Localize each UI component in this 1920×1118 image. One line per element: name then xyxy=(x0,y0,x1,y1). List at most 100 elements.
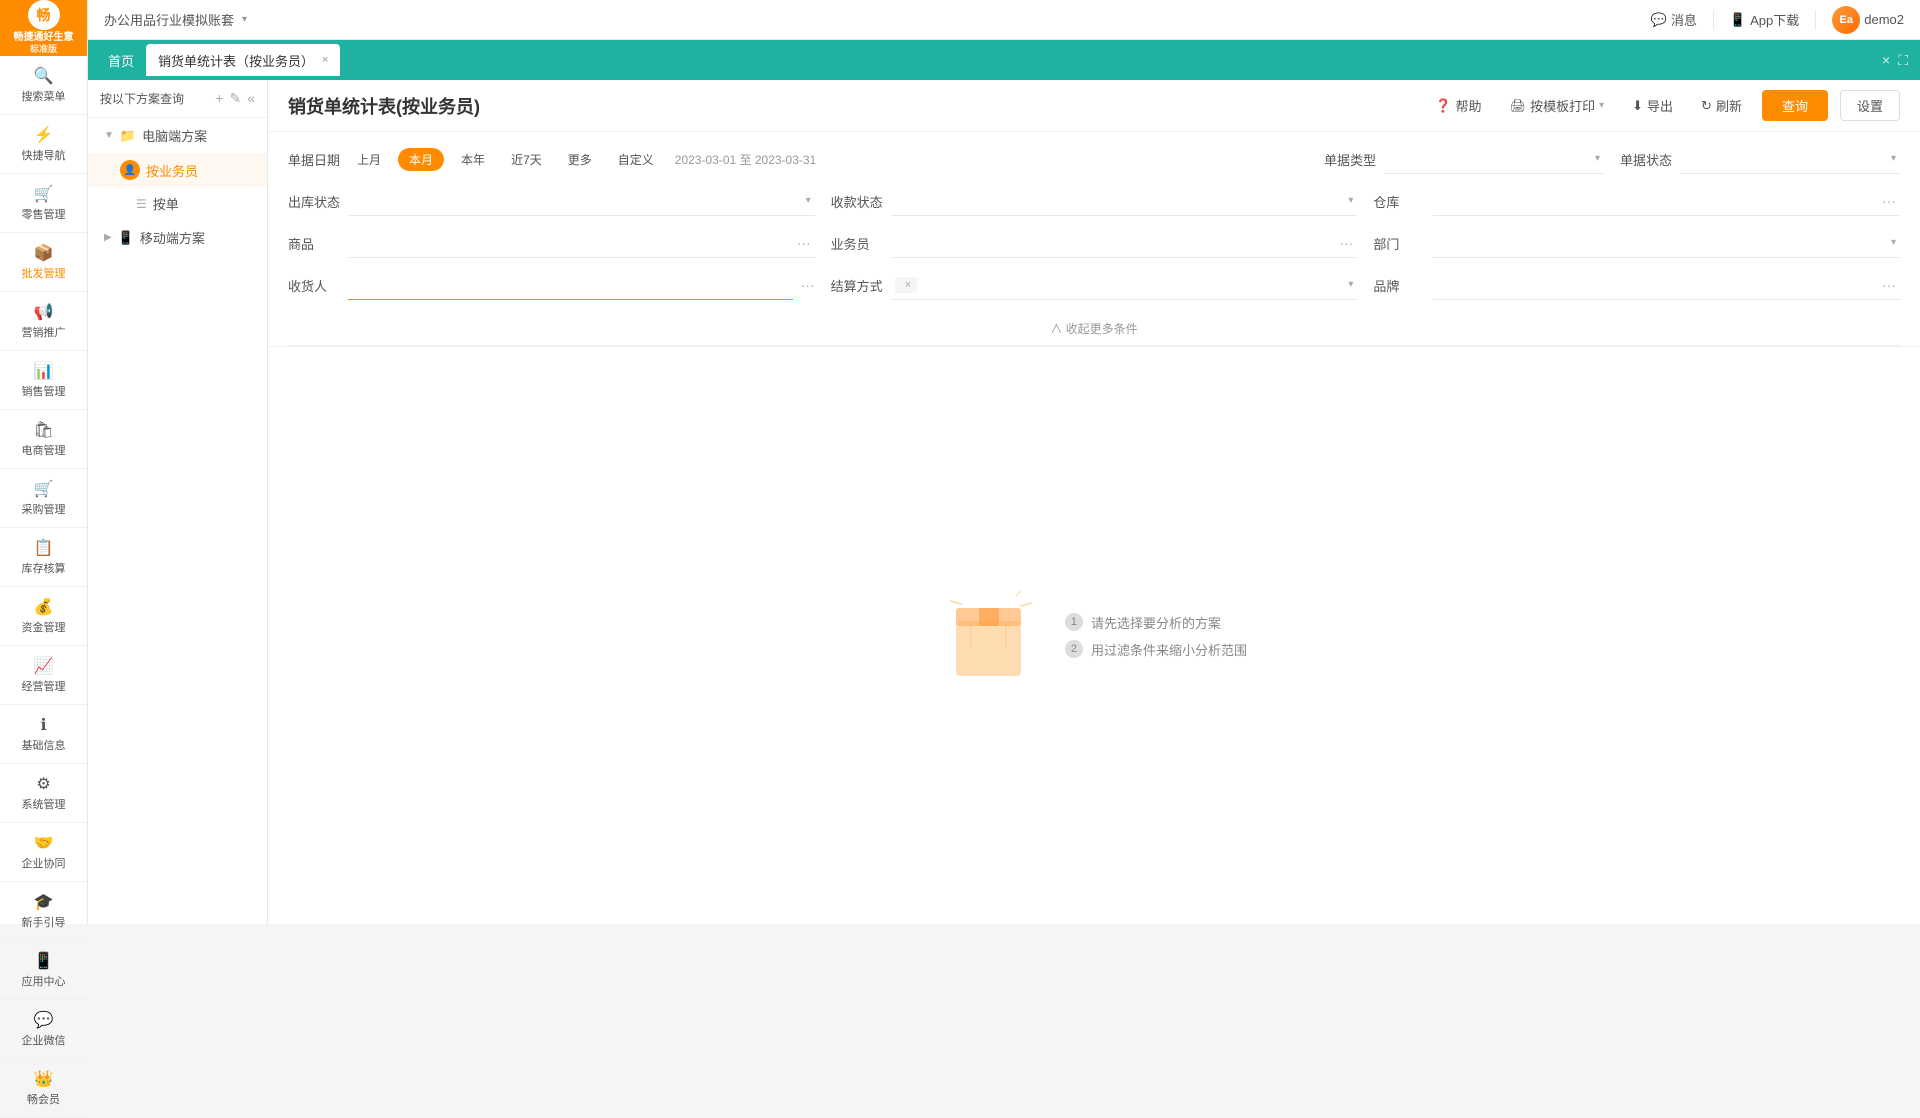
shipment-select[interactable]: ▾ xyxy=(348,186,815,216)
member-icon: 👑 xyxy=(4,1069,83,1089)
date-this-month[interactable]: 本月 xyxy=(398,148,444,171)
sidebar-item-wholesale[interactable]: 📦 批发管理 xyxy=(0,233,87,292)
tab-bar: 首页 销货单统计表（按业务员） × × ⛶ xyxy=(88,40,1920,80)
dept-arrow-icon: ▾ xyxy=(1891,237,1896,248)
logo-text: 畅捷通好生意标准版 xyxy=(14,32,74,56)
doc-type-select[interactable]: ▾ xyxy=(1384,144,1604,174)
sidebar-item-retail[interactable]: 🛒 零售管理 xyxy=(0,174,87,233)
date-more[interactable]: 更多 xyxy=(559,147,601,172)
receiver-input[interactable] xyxy=(348,270,793,300)
order-node-icon: ☰ xyxy=(136,197,147,211)
tab-active[interactable]: 销货单统计表（按业务员） × xyxy=(146,44,340,76)
empty-num-1: 1 xyxy=(1065,613,1083,631)
date-this-year[interactable]: 本年 xyxy=(452,147,494,172)
salesperson-ellipsis[interactable]: ··· xyxy=(1339,235,1353,251)
sidebar-item-member[interactable]: 👑 畅会员 xyxy=(0,1059,87,1118)
sidebar-item-system[interactable]: ⚙ 系统管理 xyxy=(0,764,87,823)
brand-ellipsis[interactable]: ··· xyxy=(1882,277,1896,293)
doc-status-arrow-icon: ▾ xyxy=(1891,153,1896,164)
help-icon: ❓ xyxy=(1435,98,1451,114)
sidebar-item-newguide[interactable]: 🎓 新手引导 xyxy=(0,882,87,941)
header-actions: 💬 消息 📱 App下载 Ea demo2 xyxy=(1651,6,1904,34)
window-close-icon[interactable]: × xyxy=(1882,52,1890,68)
goods-select[interactable]: ··· xyxy=(348,228,815,258)
add-scheme-button[interactable]: + xyxy=(215,90,223,107)
filter-dept: 部门 ▾ xyxy=(1373,228,1900,258)
tree-node-by-order[interactable]: ☰ 按单 xyxy=(88,187,267,220)
receiver-label: 收货人 xyxy=(288,276,340,295)
refresh-button[interactable]: ↻ 刷新 xyxy=(1693,92,1750,119)
warehouse-ellipsis[interactable]: ··· xyxy=(1882,193,1896,209)
settlement-select[interactable]: × ▾ xyxy=(891,270,1358,300)
sidebar-item-shortcut[interactable]: ⚡ 快捷导航 xyxy=(0,115,87,174)
warehouse-select[interactable]: ··· xyxy=(1433,186,1900,216)
doc-status-label: 单据状态 xyxy=(1620,150,1672,169)
app-download-button[interactable]: 📱 App下载 xyxy=(1730,10,1799,29)
filter-shipment: 出库状态 ▾ xyxy=(288,186,815,216)
breadcrumb-dropdown-icon[interactable]: ▾ xyxy=(242,14,247,25)
sidebar-item-finance[interactable]: 💰 资金管理 xyxy=(0,587,87,646)
filter-row-1: 单据日期 上月 本月 本年 近7天 更多 自定义 2023-03-01 至 20… xyxy=(288,144,1900,174)
sidebar-item-marketing[interactable]: 📢 营销推广 xyxy=(0,292,87,351)
brand-select[interactable]: ··· xyxy=(1433,270,1900,300)
basic-icon: ℹ xyxy=(4,715,83,735)
right-content: 销货单统计表(按业务员) ❓ 帮助 🖨 按模板打印 ▾ ⬇ 导出 xyxy=(268,80,1920,924)
sidebar-item-basic[interactable]: ℹ 基础信息 xyxy=(0,705,87,764)
sidebar-item-ecommerce[interactable]: 🛍 电商管理 xyxy=(0,410,87,469)
filter-row-4: 收货人 ··· 结算方式 × ▾ xyxy=(288,270,1900,300)
sidebar-item-sales[interactable]: 📊 销售管理 xyxy=(0,351,87,410)
date-last-month[interactable]: 上月 xyxy=(348,147,390,172)
settings-button[interactable]: 设置 xyxy=(1840,90,1900,121)
dept-select[interactable]: ▾ xyxy=(1433,228,1900,258)
collapse-panel-button[interactable]: « xyxy=(247,90,255,107)
phone-icon: 📱 xyxy=(1730,12,1746,28)
sidebar-item-apps[interactable]: 📱 应用中心 xyxy=(0,941,87,1000)
receiver-ellipsis[interactable]: ··· xyxy=(801,277,815,293)
tree-node-salesperson[interactable]: 👤 按业务员 xyxy=(88,153,267,187)
payment-arrow-icon: ▾ xyxy=(1348,195,1353,206)
enterprise-icon: 🤝 xyxy=(4,833,83,853)
collapse-bar[interactable]: ∧ 收起更多条件 xyxy=(288,312,1900,346)
retail-icon: 🛒 xyxy=(4,184,83,204)
sidebar: 畅 畅捷通好生意标准版 🔍 搜索菜单 ⚡ 快捷导航 🛒 零售管理 📦 批发管理 … xyxy=(0,0,88,924)
tree-mobile-section[interactable]: ▶ 📱 移动端方案 xyxy=(88,220,267,255)
salesperson-select[interactable]: ··· xyxy=(891,228,1358,258)
doc-status-select[interactable]: ▾ xyxy=(1680,144,1900,174)
payment-select[interactable]: ▾ xyxy=(891,186,1358,216)
sidebar-item-wechat[interactable]: 💬 企业微信 xyxy=(0,1000,87,1059)
tab-close-icon[interactable]: × xyxy=(322,54,328,66)
empty-content: 1 请先选择要分析的方案 2 用过滤条件来缩小分析范围 xyxy=(941,586,1247,686)
date-7days[interactable]: 近7天 xyxy=(502,147,551,172)
filter-date: 单据日期 上月 本月 本年 近7天 更多 自定义 2023-03-01 至 20… xyxy=(288,147,1308,172)
user-menu[interactable]: Ea demo2 xyxy=(1832,6,1904,34)
warehouse-label: 仓库 xyxy=(1373,192,1425,211)
settlement-tag-close[interactable]: × xyxy=(905,279,911,291)
tab-bar-right: × ⛶ xyxy=(1882,52,1920,69)
logo-icon: 畅 xyxy=(28,0,60,30)
divider2 xyxy=(1815,10,1816,30)
message-icon: 💬 xyxy=(1651,12,1667,28)
empty-text-item-1: 1 请先选择要分析的方案 xyxy=(1065,613,1247,632)
sidebar-item-search[interactable]: 🔍 搜索菜单 xyxy=(0,56,87,115)
date-range: 2023-03-01 至 2023-03-31 xyxy=(675,151,816,168)
tab-home[interactable]: 首页 xyxy=(96,44,146,76)
export-button[interactable]: ⬇ 导出 xyxy=(1624,92,1681,119)
empty-num-2: 2 xyxy=(1065,640,1083,658)
sidebar-item-purchase[interactable]: 🛒 采购管理 xyxy=(0,469,87,528)
print-icon: 🖨 xyxy=(1510,98,1527,114)
sidebar-item-operations[interactable]: 📈 经营管理 xyxy=(0,646,87,705)
shipment-label: 出库状态 xyxy=(288,192,340,211)
date-custom[interactable]: 自定义 xyxy=(609,147,663,172)
help-button[interactable]: ❓ 帮助 xyxy=(1427,92,1489,119)
sidebar-item-enterprise[interactable]: 🤝 企业协同 xyxy=(0,823,87,882)
edit-scheme-button[interactable]: ✎ xyxy=(229,90,241,107)
query-button[interactable]: 查询 xyxy=(1762,90,1828,121)
messages-button[interactable]: 💬 消息 xyxy=(1651,10,1697,29)
tree-desktop-section[interactable]: ▼ 📁 电脑端方案 xyxy=(88,118,267,153)
sidebar-item-inventory[interactable]: 📋 库存核算 xyxy=(0,528,87,587)
window-maximize-icon[interactable]: ⛶ xyxy=(1898,52,1908,69)
print-button[interactable]: 🖨 按模板打印 ▾ xyxy=(1502,92,1613,119)
goods-ellipsis[interactable]: ··· xyxy=(797,235,811,251)
brand-label: 品牌 xyxy=(1373,276,1425,295)
filter-section: 单据日期 上月 本月 本年 近7天 更多 自定义 2023-03-01 至 20… xyxy=(268,132,1920,347)
